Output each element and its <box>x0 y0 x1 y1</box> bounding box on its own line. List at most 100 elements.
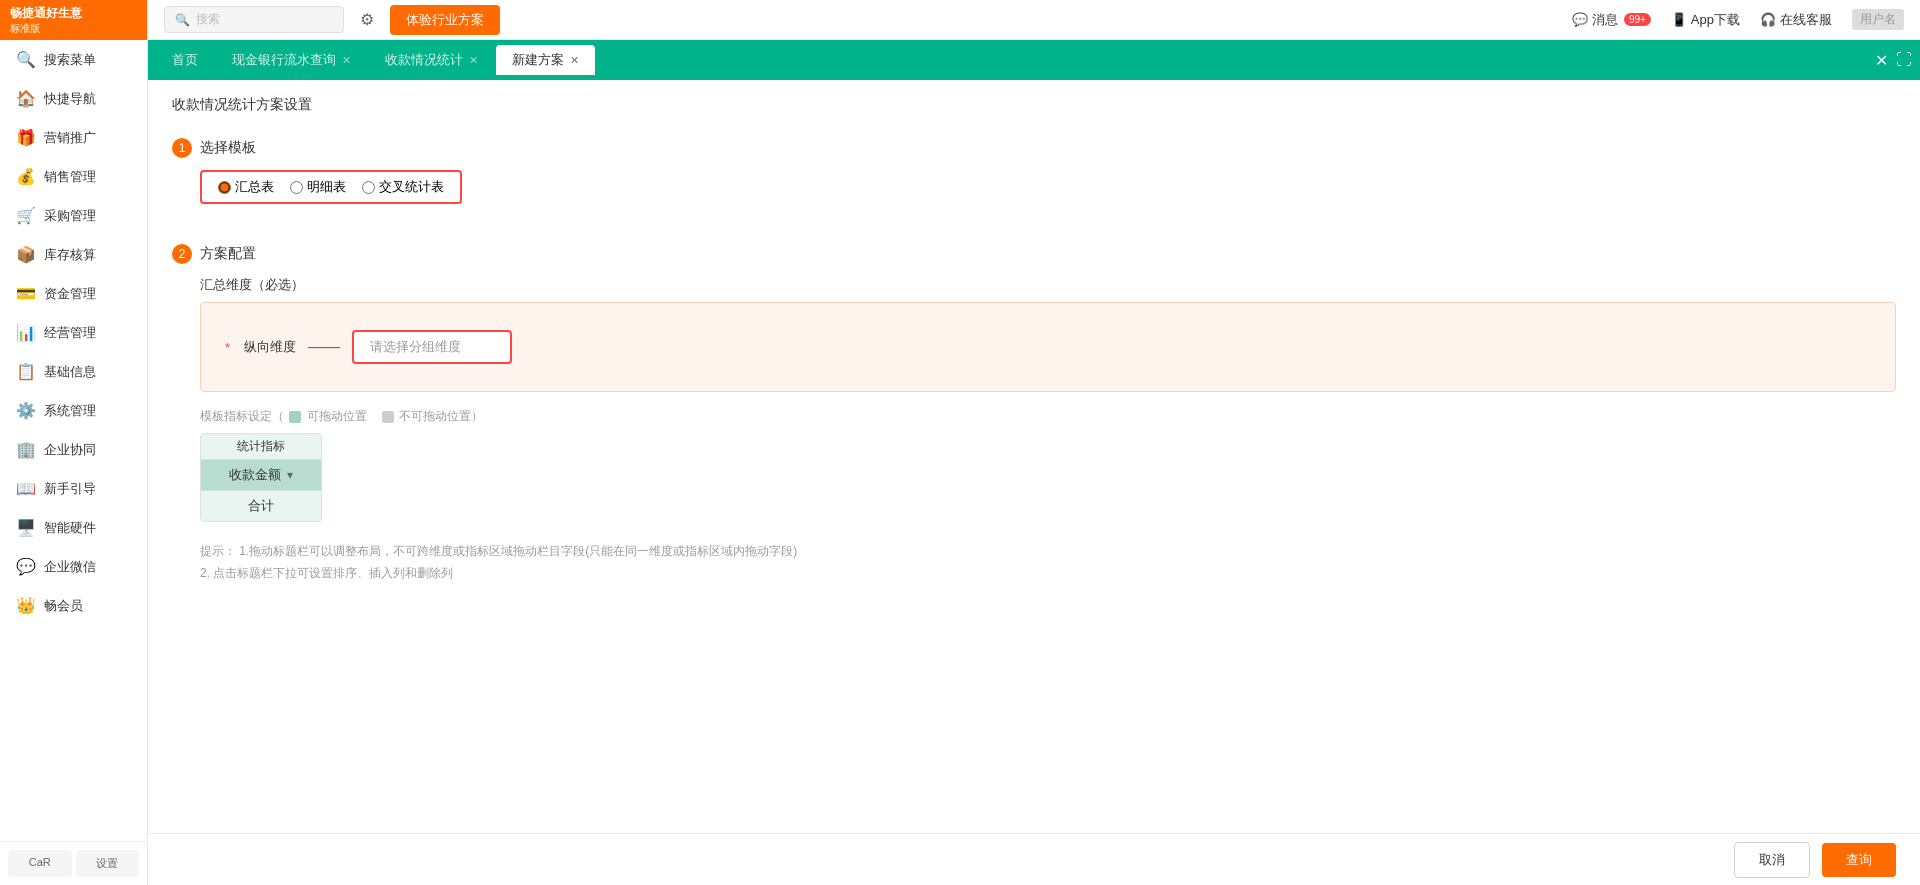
purchase-icon: 🛒 <box>16 206 36 225</box>
tab-new-plan-close[interactable]: ✕ <box>570 54 579 67</box>
finance-icon: 💳 <box>16 284 36 303</box>
content-area: 收款情况统计方案设置 1 选择模板 汇总表 明细表 <box>148 80 1920 833</box>
stats-header: 统计指标 <box>201 434 321 460</box>
service-label: 在线客服 <box>1780 11 1832 29</box>
section2-number: 2 <box>172 244 192 264</box>
stats-cell-dropdown-icon[interactable]: ▾ <box>287 468 293 482</box>
sidebar-item-hardware[interactable]: 🖥️ 智能硬件 <box>0 508 147 547</box>
sidebar-label-enterprise: 企业协同 <box>44 441 96 459</box>
section2-title: 方案配置 <box>200 245 256 263</box>
sidebar-label-marketing: 营销推广 <box>44 129 96 147</box>
sidebar-item-finance[interactable]: 💳 资金管理 <box>0 274 147 313</box>
draggable-dot <box>289 411 301 423</box>
download-item[interactable]: 📱 App下载 <box>1671 11 1740 29</box>
hardware-icon: 🖥️ <box>16 518 36 537</box>
sidebar-label-member: 畅会员 <box>44 597 83 615</box>
guide-icon: 📖 <box>16 479 36 498</box>
sidebar-label-search-menu: 搜索菜单 <box>44 51 96 69</box>
indicator-section: 模板指标设定（ 可拖动位置 不可拖动位置） 统计指标 收款金额 ▾ <box>200 408 1896 525</box>
search-menu-icon: 🔍 <box>16 50 36 69</box>
logo-version: 标准版 <box>10 22 82 36</box>
system-icon: ⚙️ <box>16 401 36 420</box>
marketing-icon: 🎁 <box>16 128 36 147</box>
page-title: 收款情况统计方案设置 <box>172 96 1896 122</box>
radio-cross-input[interactable] <box>362 181 375 194</box>
sidebar: 畅捷通好生意 标准版 🔍 搜索菜单 🏠 快捷导航 🎁 营销推广 💰 销售管理 🛒… <box>0 0 148 885</box>
sidebar-label-purchase: 采购管理 <box>44 207 96 225</box>
member-icon: 👑 <box>16 596 36 615</box>
tab-collection-stats-close[interactable]: ✕ <box>469 54 478 67</box>
sidebar-item-system[interactable]: ⚙️ 系统管理 <box>0 391 147 430</box>
sidebar-item-wechat[interactable]: 💬 企业微信 <box>0 547 147 586</box>
dimension-label: 纵向维度 <box>244 338 296 356</box>
trial-button[interactable]: 体验行业方案 <box>390 5 500 35</box>
sales-icon: 💰 <box>16 167 36 186</box>
tab-new-plan[interactable]: 新建方案 ✕ <box>496 45 595 75</box>
messages-badge: 99+ <box>1624 13 1651 26</box>
radio-detail-input[interactable] <box>290 181 303 194</box>
topbar-search-box[interactable]: 🔍 搜索 <box>164 6 344 33</box>
sidebar-item-operations[interactable]: 📊 经营管理 <box>0 313 147 352</box>
dimension-arrow: —— <box>308 338 340 356</box>
sidebar-item-marketing[interactable]: 🎁 营销推广 <box>0 118 147 157</box>
indicator-hint: 模板指标设定（ 可拖动位置 不可拖动位置） <box>200 408 1896 425</box>
maximize-icon[interactable]: ⛶ <box>1896 51 1912 69</box>
download-label: App下载 <box>1691 11 1740 29</box>
sidebar-item-inventory[interactable]: 📦 库存核算 <box>0 235 147 274</box>
sidebar-item-search-menu[interactable]: 🔍 搜索菜单 <box>0 40 147 79</box>
section1-number: 1 <box>172 138 192 158</box>
messages-item[interactable]: 💬 消息 99+ <box>1572 11 1651 29</box>
wechat-icon: 💬 <box>16 557 36 576</box>
radio-cross[interactable]: 交叉统计表 <box>362 178 444 196</box>
sidebar-bottom-btn1[interactable]: CaR <box>8 850 72 877</box>
basic-icon: 📋 <box>16 362 36 381</box>
sidebar-bottom-btn2[interactable]: 设置 <box>76 850 140 877</box>
stats-cell[interactable]: 收款金额 ▾ <box>201 460 321 490</box>
sidebar-bottom: CaR 设置 <box>0 841 147 885</box>
sidebar-label-sales: 销售管理 <box>44 168 96 186</box>
gear-icon[interactable]: ⚙ <box>360 10 374 29</box>
tab-bank-flow-close[interactable]: ✕ <box>342 54 351 67</box>
tab-collection-stats-label: 收款情况统计 <box>385 51 463 69</box>
operations-icon: 📊 <box>16 323 36 342</box>
query-button[interactable]: 查询 <box>1822 843 1896 877</box>
radio-summary-input[interactable] <box>218 181 231 194</box>
radio-detail[interactable]: 明细表 <box>290 178 346 196</box>
sidebar-label-operations: 经营管理 <box>44 324 96 342</box>
messages-label: 消息 <box>1592 11 1618 29</box>
search-placeholder-text: 搜索 <box>196 11 220 28</box>
dimension-selector[interactable]: 请选择分组维度 <box>352 330 512 364</box>
search-icon: 🔍 <box>175 13 190 27</box>
sidebar-item-guide[interactable]: 📖 新手引导 <box>0 469 147 508</box>
radio-detail-label: 明细表 <box>307 178 346 196</box>
sidebar-item-basic[interactable]: 📋 基础信息 <box>0 352 147 391</box>
dimension-config-label: 汇总维度（必选） <box>200 276 1896 294</box>
sidebar-item-member[interactable]: 👑 畅会员 <box>0 586 147 625</box>
sidebar-item-purchase[interactable]: 🛒 采购管理 <box>0 196 147 235</box>
tips-section: 提示： 1.拖动标题栏可以调整布局，不可跨维度或指标区域拖动栏目字段(只能在同一… <box>200 541 1896 584</box>
sidebar-item-sales[interactable]: 💰 销售管理 <box>0 157 147 196</box>
radio-summary[interactable]: 汇总表 <box>218 178 274 196</box>
tabbar-right: ✕ ⛶ <box>1875 51 1912 70</box>
sidebar-item-enterprise[interactable]: 🏢 企业协同 <box>0 430 147 469</box>
user-label: 用户名 <box>1852 9 1904 30</box>
tab-home[interactable]: 首页 <box>156 45 214 75</box>
sidebar-label-hardware: 智能硬件 <box>44 519 96 537</box>
stats-table: 统计指标 收款金额 ▾ 合计 <box>200 433 322 522</box>
quick-nav-icon: 🏠 <box>16 89 36 108</box>
radio-summary-label: 汇总表 <box>235 178 274 196</box>
service-item[interactable]: 🎧 在线客服 <box>1760 11 1832 29</box>
tab-bank-flow[interactable]: 现金银行流水查询 ✕ <box>216 45 367 75</box>
main-area: 🔍 搜索 ⚙ 体验行业方案 💬 消息 99+ 📱 App下载 🎧 在线客服 用户… <box>148 0 1920 885</box>
user-item[interactable]: 用户名 <box>1852 9 1904 30</box>
section1-title: 选择模板 <box>200 139 256 157</box>
cancel-button[interactable]: 取消 <box>1734 842 1810 878</box>
close-window-icon[interactable]: ✕ <box>1875 51 1888 70</box>
sidebar-logo: 畅捷通好生意 标准版 <box>0 0 147 40</box>
sidebar-item-quick-nav[interactable]: 🏠 快捷导航 <box>0 79 147 118</box>
stats-subtotal: 合计 <box>201 490 321 521</box>
sidebar-label-guide: 新手引导 <box>44 480 96 498</box>
enterprise-icon: 🏢 <box>16 440 36 459</box>
tab-collection-stats[interactable]: 收款情况统计 ✕ <box>369 45 494 75</box>
tabbar: 首页 现金银行流水查询 ✕ 收款情况统计 ✕ 新建方案 ✕ ✕ ⛶ <box>148 40 1920 80</box>
